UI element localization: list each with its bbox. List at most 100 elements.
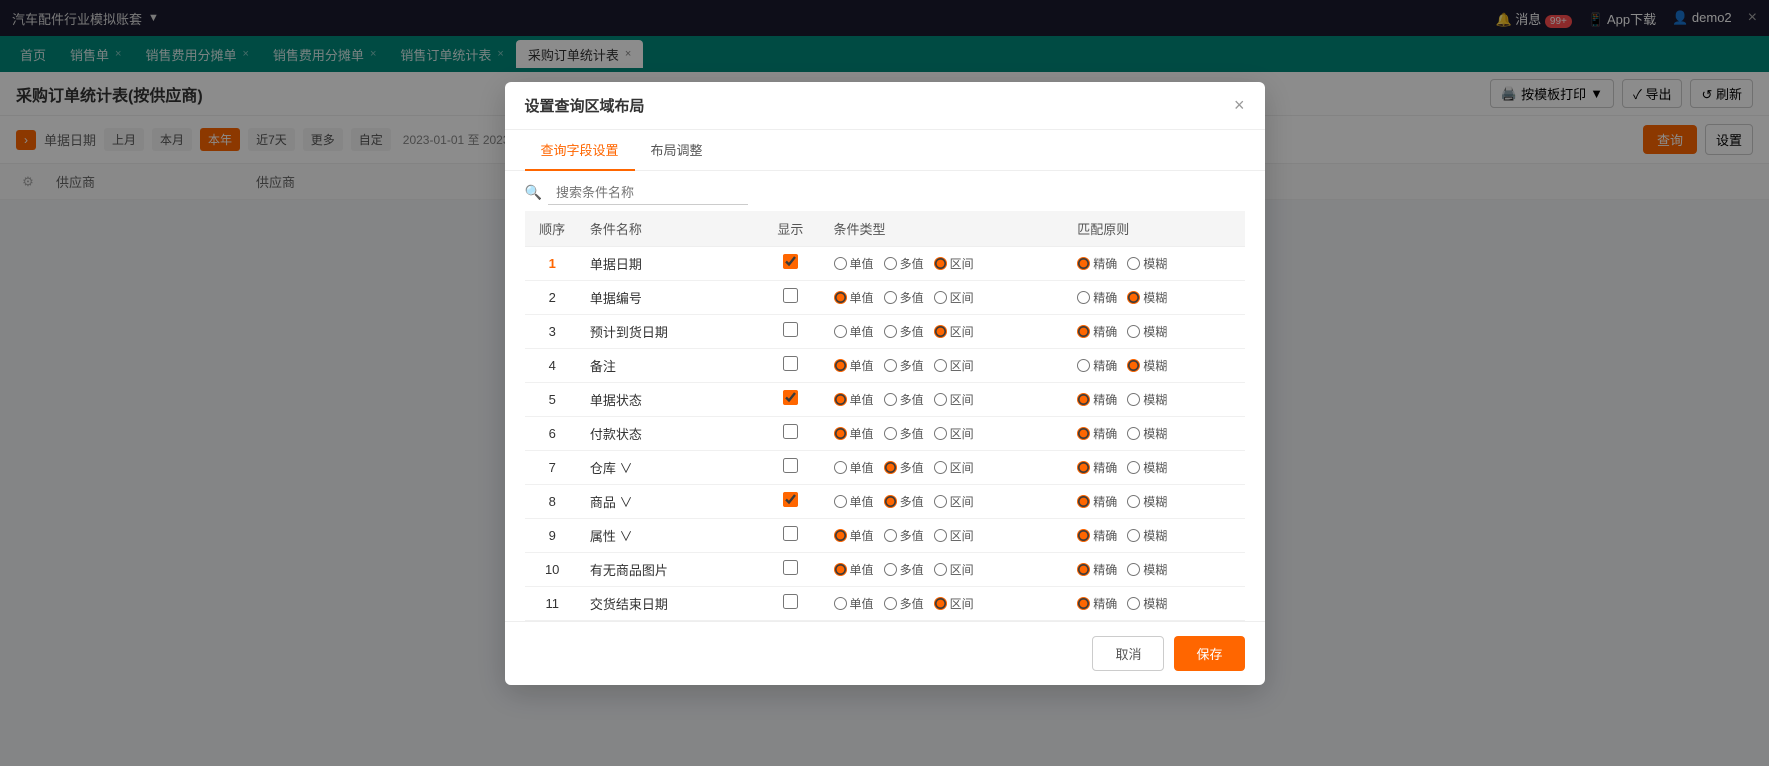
type-option-区间[interactable]: 区间 [934, 425, 974, 442]
match-option-精确[interactable]: 精确 [1077, 323, 1117, 340]
type-option-多值[interactable]: 多值 [884, 255, 924, 272]
type-option-单值[interactable]: 单值 [834, 595, 874, 612]
type-option-单值[interactable]: 单值 [834, 527, 874, 544]
type-option-多值[interactable]: 多值 [884, 561, 924, 578]
match-option-精确[interactable]: 精确 [1077, 527, 1117, 544]
display-checkbox[interactable] [783, 390, 798, 405]
match-option-模糊[interactable]: 模糊 [1127, 391, 1167, 408]
match-option-精确[interactable]: 精确 [1077, 255, 1117, 272]
match-radio-group: 精确模糊 [1077, 561, 1234, 578]
table-row: 5单据状态单值多值区间精确模糊 [525, 382, 1245, 416]
modal-table-wrap: 顺序 条件名称 显示 条件类型 匹配原则 1单据日期单值多值区间精确模糊2单据编… [505, 211, 1265, 621]
type-option-区间[interactable]: 区间 [934, 493, 974, 510]
match-option-模糊[interactable]: 模糊 [1127, 357, 1167, 374]
match-radio-group: 精确模糊 [1077, 391, 1234, 408]
save-button[interactable]: 保存 [1174, 636, 1244, 671]
type-option-多值[interactable]: 多值 [884, 459, 924, 476]
type-option-单值[interactable]: 单值 [834, 425, 874, 442]
type-option-区间[interactable]: 区间 [934, 595, 974, 612]
type-option-多值[interactable]: 多值 [884, 493, 924, 510]
table-row: 1单据日期单值多值区间精确模糊 [525, 246, 1245, 280]
type-option-单值[interactable]: 单值 [834, 459, 874, 476]
match-option-精确[interactable]: 精确 [1077, 595, 1117, 612]
match-radio-group: 精确模糊 [1077, 595, 1234, 612]
match-option-模糊[interactable]: 模糊 [1127, 255, 1167, 272]
order-number: 8 [535, 494, 570, 509]
cancel-button[interactable]: 取消 [1092, 636, 1164, 671]
type-option-单值[interactable]: 单值 [834, 323, 874, 340]
type-option-区间[interactable]: 区间 [934, 391, 974, 408]
match-option-模糊[interactable]: 模糊 [1127, 527, 1167, 544]
table-header: 顺序 条件名称 显示 条件类型 匹配原则 [525, 211, 1245, 247]
match-option-模糊[interactable]: 模糊 [1127, 459, 1167, 476]
display-checkbox[interactable] [783, 356, 798, 371]
display-checkbox[interactable] [783, 288, 798, 303]
search-icon: 🔍 [525, 184, 542, 201]
modal-header: 设置查询区域布局 × [505, 82, 1265, 130]
match-option-精确[interactable]: 精确 [1077, 493, 1117, 510]
type-option-单值[interactable]: 单值 [834, 493, 874, 510]
order-number: 4 [535, 358, 570, 373]
type-option-多值[interactable]: 多值 [884, 323, 924, 340]
type-option-区间[interactable]: 区间 [934, 357, 974, 374]
display-checkbox[interactable] [783, 254, 798, 269]
match-radio-group: 精确模糊 [1077, 323, 1234, 340]
condition-name: 单据日期 [580, 246, 757, 280]
type-option-区间[interactable]: 区间 [934, 561, 974, 578]
match-radio-group: 精确模糊 [1077, 425, 1234, 442]
type-option-多值[interactable]: 多值 [884, 357, 924, 374]
type-option-单值[interactable]: 单值 [834, 289, 874, 306]
order-number: 6 [535, 426, 570, 441]
type-option-多值[interactable]: 多值 [884, 595, 924, 612]
condition-name: 仓库 ∨ [580, 450, 757, 484]
match-option-精确[interactable]: 精确 [1077, 289, 1117, 306]
type-option-单值[interactable]: 单值 [834, 561, 874, 578]
type-option-区间[interactable]: 区间 [934, 289, 974, 306]
condition-name: 备注 [580, 348, 757, 382]
match-option-模糊[interactable]: 模糊 [1127, 425, 1167, 442]
type-radio-group: 单值多值区间 [834, 493, 1058, 510]
match-option-模糊[interactable]: 模糊 [1127, 595, 1167, 612]
display-checkbox[interactable] [783, 526, 798, 541]
order-number: 2 [535, 290, 570, 305]
display-checkbox[interactable] [783, 424, 798, 439]
type-option-多值[interactable]: 多值 [884, 289, 924, 306]
display-checkbox[interactable] [783, 322, 798, 337]
match-option-精确[interactable]: 精确 [1077, 357, 1117, 374]
match-radio-group: 精确模糊 [1077, 289, 1234, 306]
type-option-单值[interactable]: 单值 [834, 391, 874, 408]
type-option-区间[interactable]: 区间 [934, 255, 974, 272]
type-option-区间[interactable]: 区间 [934, 527, 974, 544]
type-radio-group: 单值多值区间 [834, 561, 1058, 578]
type-radio-group: 单值多值区间 [834, 255, 1058, 272]
condition-name: 交货结束日期 [580, 586, 757, 620]
table-row: 4 备注 单值多值区间 精确模糊 [525, 348, 1245, 382]
type-option-区间[interactable]: 区间 [934, 459, 974, 476]
match-option-精确[interactable]: 精确 [1077, 459, 1117, 476]
match-option-模糊[interactable]: 模糊 [1127, 289, 1167, 306]
match-option-模糊[interactable]: 模糊 [1127, 561, 1167, 578]
tab-layout-adjust[interactable]: 布局调整 [635, 130, 719, 171]
type-radio-group: 单值多值区间 [834, 357, 1058, 374]
condition-name: 预计到货日期 [580, 314, 757, 348]
type-option-多值[interactable]: 多值 [884, 527, 924, 544]
match-option-模糊[interactable]: 模糊 [1127, 323, 1167, 340]
search-input[interactable] [548, 181, 748, 205]
match-option-精确[interactable]: 精确 [1077, 391, 1117, 408]
type-option-多值[interactable]: 多值 [884, 425, 924, 442]
display-checkbox[interactable] [783, 492, 798, 507]
display-checkbox[interactable] [783, 458, 798, 473]
match-radio-group: 精确模糊 [1077, 255, 1234, 272]
match-option-精确[interactable]: 精确 [1077, 425, 1117, 442]
display-checkbox[interactable] [783, 560, 798, 575]
match-option-精确[interactable]: 精确 [1077, 561, 1117, 578]
modal-close-btn[interactable]: × [1234, 95, 1245, 116]
type-option-单值[interactable]: 单值 [834, 255, 874, 272]
type-option-多值[interactable]: 多值 [884, 391, 924, 408]
match-option-模糊[interactable]: 模糊 [1127, 493, 1167, 510]
match-radio-group: 精确模糊 [1077, 493, 1234, 510]
type-option-区间[interactable]: 区间 [934, 323, 974, 340]
display-checkbox[interactable] [783, 594, 798, 609]
tab-query-fields[interactable]: 查询字段设置 [525, 130, 635, 171]
type-option-单值[interactable]: 单值 [834, 357, 874, 374]
